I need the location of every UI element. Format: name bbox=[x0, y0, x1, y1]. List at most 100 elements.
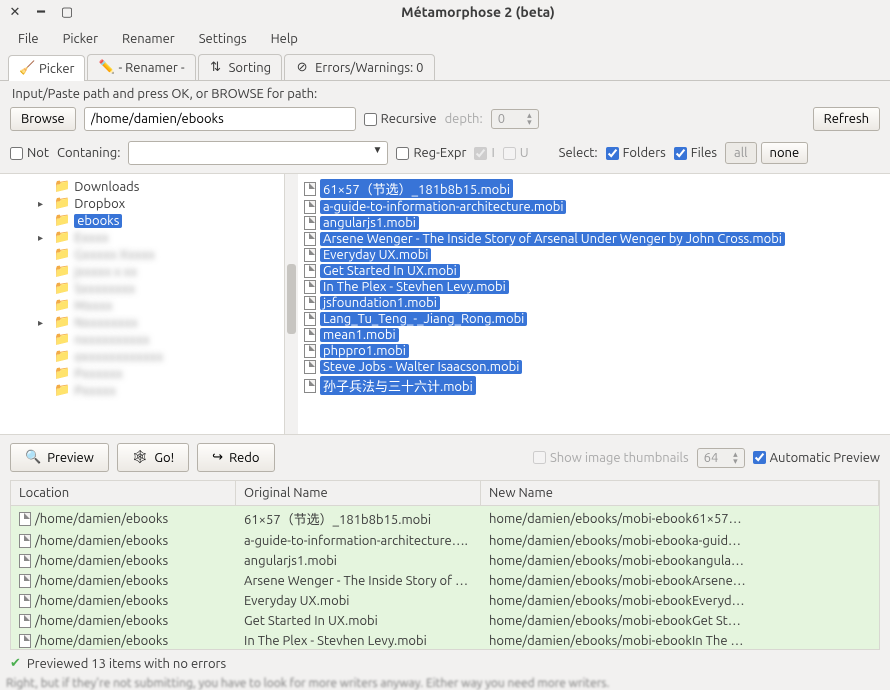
menubar: FilePickerRenamerSettingsHelp bbox=[0, 24, 890, 54]
cell-location: /home/damien/ebooks bbox=[11, 508, 236, 529]
refresh-button[interactable]: Refresh bbox=[813, 107, 880, 131]
close-icon[interactable]: ✕ bbox=[8, 5, 22, 20]
file-item[interactable]: phppro1.mobi bbox=[298, 343, 890, 359]
maximize-icon[interactable]: ▢ bbox=[60, 5, 74, 20]
containing-input[interactable] bbox=[128, 141, 388, 165]
u-checkbox: U bbox=[503, 146, 529, 160]
document-icon bbox=[304, 182, 316, 196]
redo-button[interactable]: ↪Redo bbox=[197, 443, 274, 472]
containing-label: Contaning: bbox=[57, 146, 120, 160]
tabbar: 🧹Picker✏️- Renamer -⇅Sorting⊘Errors/Warn… bbox=[0, 54, 890, 81]
tree-item[interactable]: 📁Nxxxxxxxx bbox=[0, 314, 284, 331]
tab-picker[interactable]: 🧹Picker bbox=[8, 55, 85, 81]
folder-icon: 📁 bbox=[54, 230, 70, 245]
file-item[interactable]: angularjs1.mobi bbox=[298, 215, 890, 231]
thumbnails-checkbox[interactable]: Show image thumbnails bbox=[533, 451, 689, 465]
stray-text: Right, but if they're not submitting, yo… bbox=[0, 677, 890, 690]
folder-tree[interactable]: 📁Downloads📁Dropbox📁ebooks📁Exxxx📁Gxxxxx X… bbox=[0, 174, 284, 434]
table-row[interactable]: /home/damien/ebooksArsene Wenger - The I… bbox=[11, 571, 879, 591]
file-item[interactable]: Get Started In UX.mobi bbox=[298, 263, 890, 279]
file-item[interactable]: In The Plex - Stevhen Levy.mobi bbox=[298, 279, 890, 295]
success-icon: ✔ bbox=[10, 656, 21, 671]
menu-settings[interactable]: Settings bbox=[189, 28, 257, 50]
table-row[interactable]: /home/damien/ebooksEveryday UX.mobihome/… bbox=[11, 591, 879, 611]
table-row[interactable]: /home/damien/ebooksa-guide-to-informatio… bbox=[11, 531, 879, 551]
cell-location: /home/damien/ebooks bbox=[11, 553, 236, 569]
tree-item[interactable]: 📁Exxxx bbox=[0, 229, 284, 246]
cell-newname: home/damien/ebooks/mobi-ebooka-guid… bbox=[481, 533, 879, 549]
recursive-checkbox-input[interactable] bbox=[364, 113, 377, 126]
file-item[interactable]: 孙子兵法与三十六计.mobi bbox=[298, 375, 890, 396]
menu-renamer[interactable]: Renamer bbox=[112, 28, 185, 50]
file-item[interactable]: Arsene Wenger - The Inside Story of Arse… bbox=[298, 231, 890, 247]
tree-item[interactable]: 📁Pxxxxx bbox=[0, 382, 284, 399]
document-icon bbox=[19, 594, 31, 608]
select-all-button[interactable]: all bbox=[725, 142, 757, 164]
file-item[interactable]: a-guide-to-information-architecture.mobi bbox=[298, 199, 890, 215]
col-original[interactable]: Original Name bbox=[236, 481, 481, 505]
table-row[interactable]: /home/damien/ebooksIn The Plex - Stevhen… bbox=[11, 631, 879, 649]
tree-scrollbar[interactable] bbox=[284, 174, 298, 434]
document-icon bbox=[19, 554, 31, 568]
minimize-icon[interactable]: ━ bbox=[34, 5, 48, 20]
menu-file[interactable]: File bbox=[8, 28, 49, 50]
table-row[interactable]: /home/damien/ebooksangularjs1.mobihome/d… bbox=[11, 551, 879, 571]
tree-item[interactable]: 📁Mxxxx bbox=[0, 297, 284, 314]
file-item[interactable]: Everyday UX.mobi bbox=[298, 247, 890, 263]
tree-item[interactable]: 📁Gxxxxx Xxxxx bbox=[0, 246, 284, 263]
tree-item[interactable]: 📁Dropbox bbox=[0, 195, 284, 212]
tab-renamer[interactable]: ✏️- Renamer - bbox=[87, 54, 195, 80]
menu-help[interactable]: Help bbox=[261, 28, 308, 50]
go-button[interactable]: 🕸Go! bbox=[117, 443, 189, 472]
tree-item[interactable]: 📁Pxxxxxx bbox=[0, 365, 284, 382]
table-row[interactable]: /home/damien/ebooksGet Started In UX.mob… bbox=[11, 611, 879, 631]
menu-picker[interactable]: Picker bbox=[53, 28, 108, 50]
cell-location: /home/damien/ebooks bbox=[11, 613, 236, 629]
preview-button[interactable]: 🔍Preview bbox=[10, 443, 109, 472]
document-icon bbox=[304, 328, 316, 342]
cell-original: Arsene Wenger - The Inside Story of … bbox=[236, 573, 481, 589]
col-location[interactable]: Location bbox=[11, 481, 236, 505]
table-row[interactable]: /home/damien/ebooks61×57（节选）_181b8b15.mo… bbox=[11, 506, 879, 531]
folder-icon: 📁 bbox=[54, 281, 70, 296]
folders-checkbox[interactable]: Folders bbox=[606, 146, 666, 160]
browse-button[interactable]: Browse bbox=[10, 107, 76, 131]
file-item[interactable]: Lang_Tu_Teng_-_Jiang_Rong.mobi bbox=[298, 311, 890, 327]
path-row: Browse Recursive depth: 0▴▾ Refresh bbox=[0, 101, 890, 137]
tree-item[interactable]: 📁ebooks bbox=[0, 212, 284, 229]
depth-spinner[interactable]: 0▴▾ bbox=[491, 109, 539, 129]
select-none-button[interactable]: none bbox=[761, 142, 809, 164]
file-item[interactable]: jsfoundation1.mobi bbox=[298, 295, 890, 311]
tree-item[interactable]: 📁Downloads bbox=[0, 178, 284, 195]
recursive-checkbox[interactable]: Recursive bbox=[364, 112, 437, 126]
file-item[interactable]: 61×57（节选）_181b8b15.mobi bbox=[298, 178, 890, 199]
picker-icon: 🧹 bbox=[19, 61, 33, 76]
tree-item[interactable]: 📁jxxxxx x xx bbox=[0, 263, 284, 280]
folder-icon: 📁 bbox=[54, 179, 70, 194]
cell-newname: home/damien/ebooks/mobi-ebookEveryd… bbox=[481, 593, 879, 609]
file-item[interactable]: Steve Jobs - Walter Isaacson.mobi bbox=[298, 359, 890, 375]
thumb-size-spinner[interactable]: 64▴▾ bbox=[697, 448, 745, 468]
folder-icon: 📁 bbox=[54, 332, 70, 347]
col-newname[interactable]: New Name bbox=[481, 481, 879, 505]
renamer-icon: ✏️ bbox=[98, 60, 112, 75]
tab-errors[interactable]: ⊘Errors/Warnings: 0 bbox=[284, 54, 434, 80]
tree-item[interactable]: 📁oxxxxxxxxxxxx bbox=[0, 348, 284, 365]
cell-newname: home/damien/ebooks/mobi-ebook61×57… bbox=[481, 508, 879, 529]
dropdown-icon[interactable]: ▼ bbox=[373, 144, 383, 156]
path-input[interactable] bbox=[84, 107, 356, 131]
files-checkbox[interactable]: Files bbox=[674, 146, 717, 160]
select-label: Select: bbox=[559, 146, 598, 160]
tree-item[interactable]: 📁Sxxxxxxxx bbox=[0, 280, 284, 297]
regexpr-checkbox[interactable]: Reg-Expr bbox=[396, 146, 466, 160]
cell-original: angularjs1.mobi bbox=[236, 553, 481, 569]
results-body[interactable]: /home/damien/ebooks61×57（节选）_181b8b15.mo… bbox=[11, 506, 879, 649]
tree-item[interactable]: 📁nxxxxxxxxxx bbox=[0, 331, 284, 348]
file-list[interactable]: 61×57（节选）_181b8b15.mobia-guide-to-inform… bbox=[298, 174, 890, 434]
document-icon bbox=[19, 534, 31, 548]
folder-icon: 📁 bbox=[54, 366, 70, 381]
not-checkbox[interactable]: Not bbox=[10, 146, 49, 160]
auto-preview-checkbox[interactable]: Automatic Preview bbox=[753, 451, 880, 465]
tab-sorting[interactable]: ⇅Sorting bbox=[198, 54, 283, 80]
file-item[interactable]: mean1.mobi bbox=[298, 327, 890, 343]
